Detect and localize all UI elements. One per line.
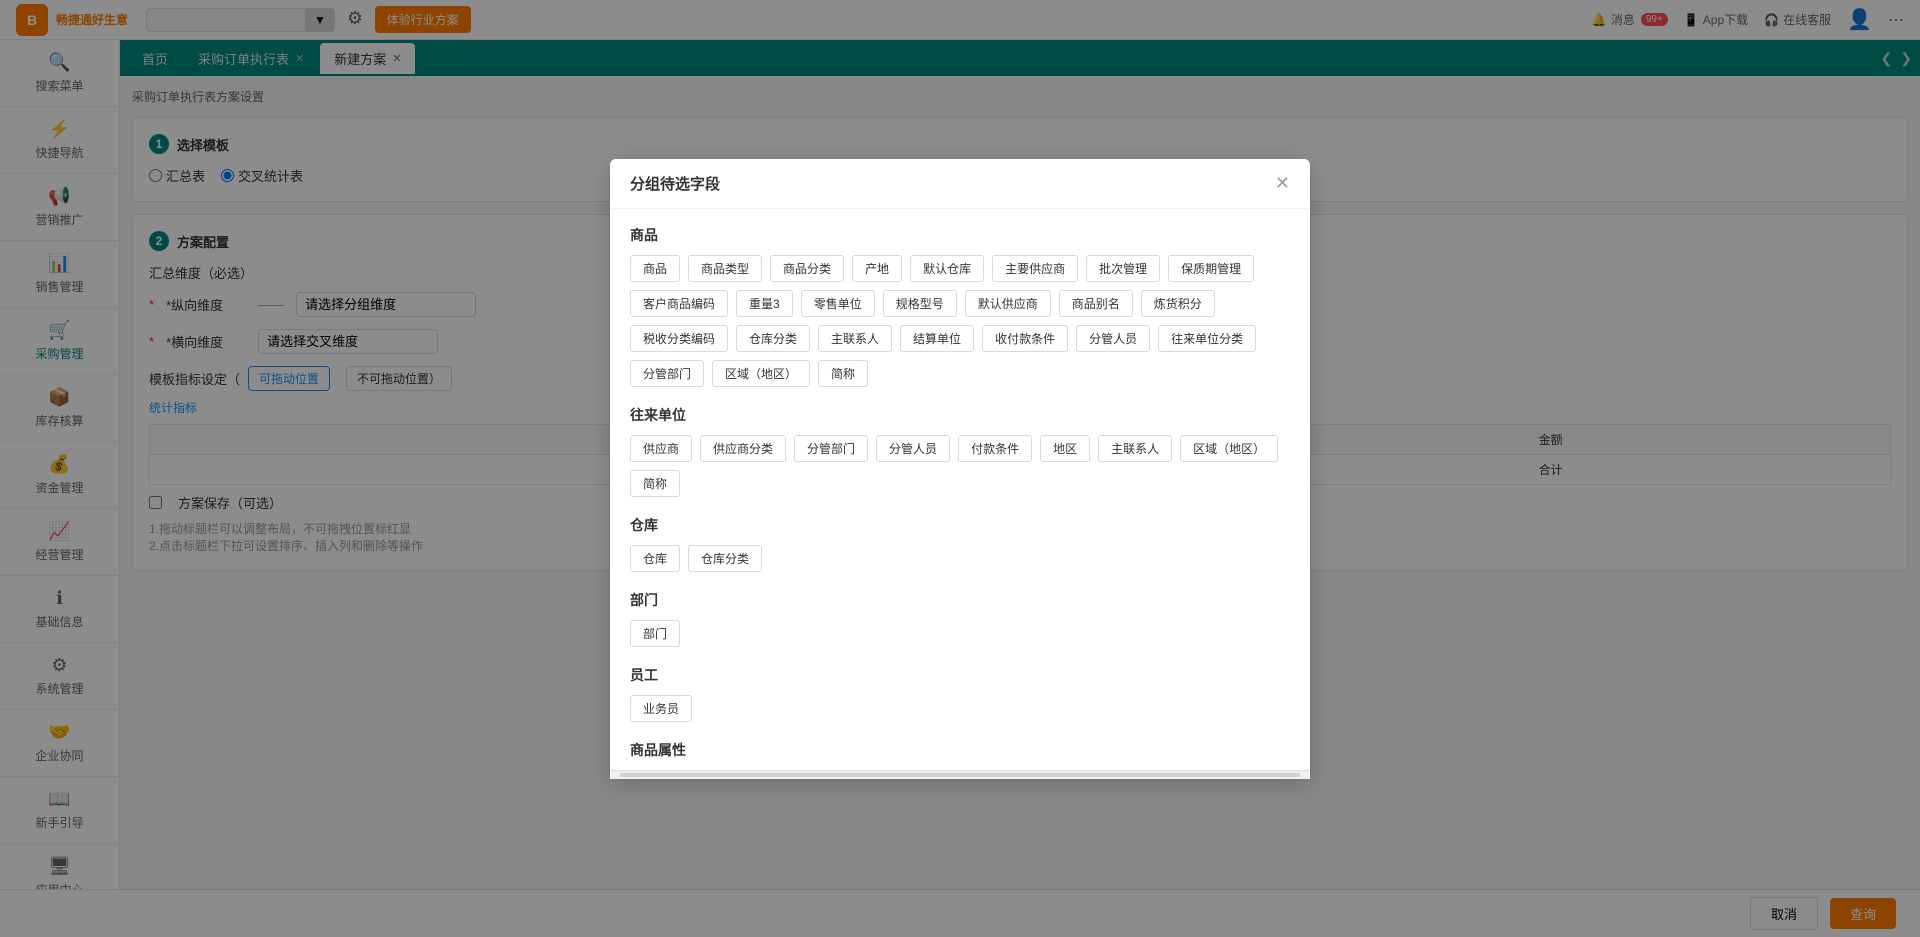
field-tag-0-11[interactable]: 规格型号 <box>883 290 957 317</box>
field-tag-0-19[interactable]: 收付款条件 <box>982 325 1068 352</box>
field-section-4: 员工业务员 <box>630 665 1290 722</box>
modal-body: 商品商品商品类型商品分类产地默认仓库主要供应商批次管理保质期管理客户商品编码重量… <box>610 209 1310 770</box>
field-tag-0-9[interactable]: 重量3 <box>736 290 793 317</box>
field-tag-2-0[interactable]: 仓库 <box>630 545 680 572</box>
field-tag-0-18[interactable]: 结算单位 <box>900 325 974 352</box>
modal-scroll-thumb <box>620 773 1300 777</box>
field-tag-0-7[interactable]: 保质期管理 <box>1168 255 1254 282</box>
field-section-title-2: 仓库 <box>630 515 1290 535</box>
field-tag-1-7[interactable]: 区域（地区） <box>1180 435 1278 462</box>
field-tag-0-21[interactable]: 往来单位分类 <box>1158 325 1256 352</box>
field-section-title-3: 部门 <box>630 590 1290 610</box>
field-tag-0-0[interactable]: 商品 <box>630 255 680 282</box>
modal-title: 分组待选字段 <box>630 173 720 194</box>
modal-header: 分组待选字段 ✕ <box>610 159 1310 209</box>
field-section-title-0: 商品 <box>630 225 1290 245</box>
field-tag-0-5[interactable]: 主要供应商 <box>992 255 1078 282</box>
field-section-2: 仓库仓库仓库分类 <box>630 515 1290 572</box>
field-tag-3-0[interactable]: 部门 <box>630 620 680 647</box>
field-tag-1-4[interactable]: 付款条件 <box>958 435 1032 462</box>
field-tag-0-3[interactable]: 产地 <box>852 255 902 282</box>
field-tag-0-10[interactable]: 零售单位 <box>801 290 875 317</box>
field-section-title-5: 商品属性 <box>630 740 1290 760</box>
field-tags-2: 仓库仓库分类 <box>630 545 1290 572</box>
field-tag-0-17[interactable]: 主联系人 <box>818 325 892 352</box>
modal-close-button[interactable]: ✕ <box>1275 174 1290 192</box>
field-tag-0-6[interactable]: 批次管理 <box>1086 255 1160 282</box>
field-tag-4-0[interactable]: 业务员 <box>630 695 692 722</box>
field-section-title-1: 往来单位 <box>630 405 1290 425</box>
field-section-0: 商品商品商品类型商品分类产地默认仓库主要供应商批次管理保质期管理客户商品编码重量… <box>630 225 1290 387</box>
field-tag-0-22[interactable]: 分管部门 <box>630 360 704 387</box>
field-tag-1-1[interactable]: 供应商分类 <box>700 435 786 462</box>
field-tags-3: 部门 <box>630 620 1290 647</box>
field-tag-0-2[interactable]: 商品分类 <box>770 255 844 282</box>
field-section-title-4: 员工 <box>630 665 1290 685</box>
field-tag-1-0[interactable]: 供应商 <box>630 435 692 462</box>
field-tags-4: 业务员 <box>630 695 1290 722</box>
field-section-5: 商品属性属性颜色多规格尺码鞋码1 <box>630 740 1290 770</box>
field-tag-0-1[interactable]: 商品类型 <box>688 255 762 282</box>
field-tag-0-24[interactable]: 简称 <box>818 360 868 387</box>
field-tag-0-15[interactable]: 税收分类编码 <box>630 325 728 352</box>
field-tag-0-13[interactable]: 商品别名 <box>1059 290 1133 317</box>
field-section-1: 往来单位供应商供应商分类分管部门分管人员付款条件地区主联系人区域（地区） 简称 <box>630 405 1290 497</box>
field-tag-1-3[interactable]: 分管人员 <box>876 435 950 462</box>
field-tag-0-12[interactable]: 默认供应商 <box>965 290 1051 317</box>
field-tag-1-6[interactable]: 主联系人 <box>1098 435 1172 462</box>
modal: 分组待选字段 ✕ 商品商品商品类型商品分类产地默认仓库主要供应商批次管理保质期管… <box>610 159 1310 779</box>
field-tag-0-20[interactable]: 分管人员 <box>1076 325 1150 352</box>
field-tag-0-4[interactable]: 默认仓库 <box>910 255 984 282</box>
modal-scroll-track <box>610 770 1310 779</box>
field-tag-0-14[interactable]: 炼货积分 <box>1141 290 1215 317</box>
field-tags-0: 商品商品类型商品分类产地默认仓库主要供应商批次管理保质期管理客户商品编码重量3 零… <box>630 255 1290 387</box>
field-tag-1-8[interactable]: 简称 <box>630 470 680 497</box>
field-tag-0-23[interactable]: 区域（地区） <box>712 360 810 387</box>
field-tag-0-16[interactable]: 仓库分类 <box>736 325 810 352</box>
field-tag-1-2[interactable]: 分管部门 <box>794 435 868 462</box>
field-tag-2-1[interactable]: 仓库分类 <box>688 545 762 572</box>
field-tag-1-5[interactable]: 地区 <box>1040 435 1090 462</box>
field-tag-0-8[interactable]: 客户商品编码 <box>630 290 728 317</box>
field-section-3: 部门部门 <box>630 590 1290 647</box>
modal-overlay: 分组待选字段 ✕ 商品商品商品类型商品分类产地默认仓库主要供应商批次管理保质期管… <box>0 0 1920 937</box>
field-tags-1: 供应商供应商分类分管部门分管人员付款条件地区主联系人区域（地区） 简称 <box>630 435 1290 497</box>
